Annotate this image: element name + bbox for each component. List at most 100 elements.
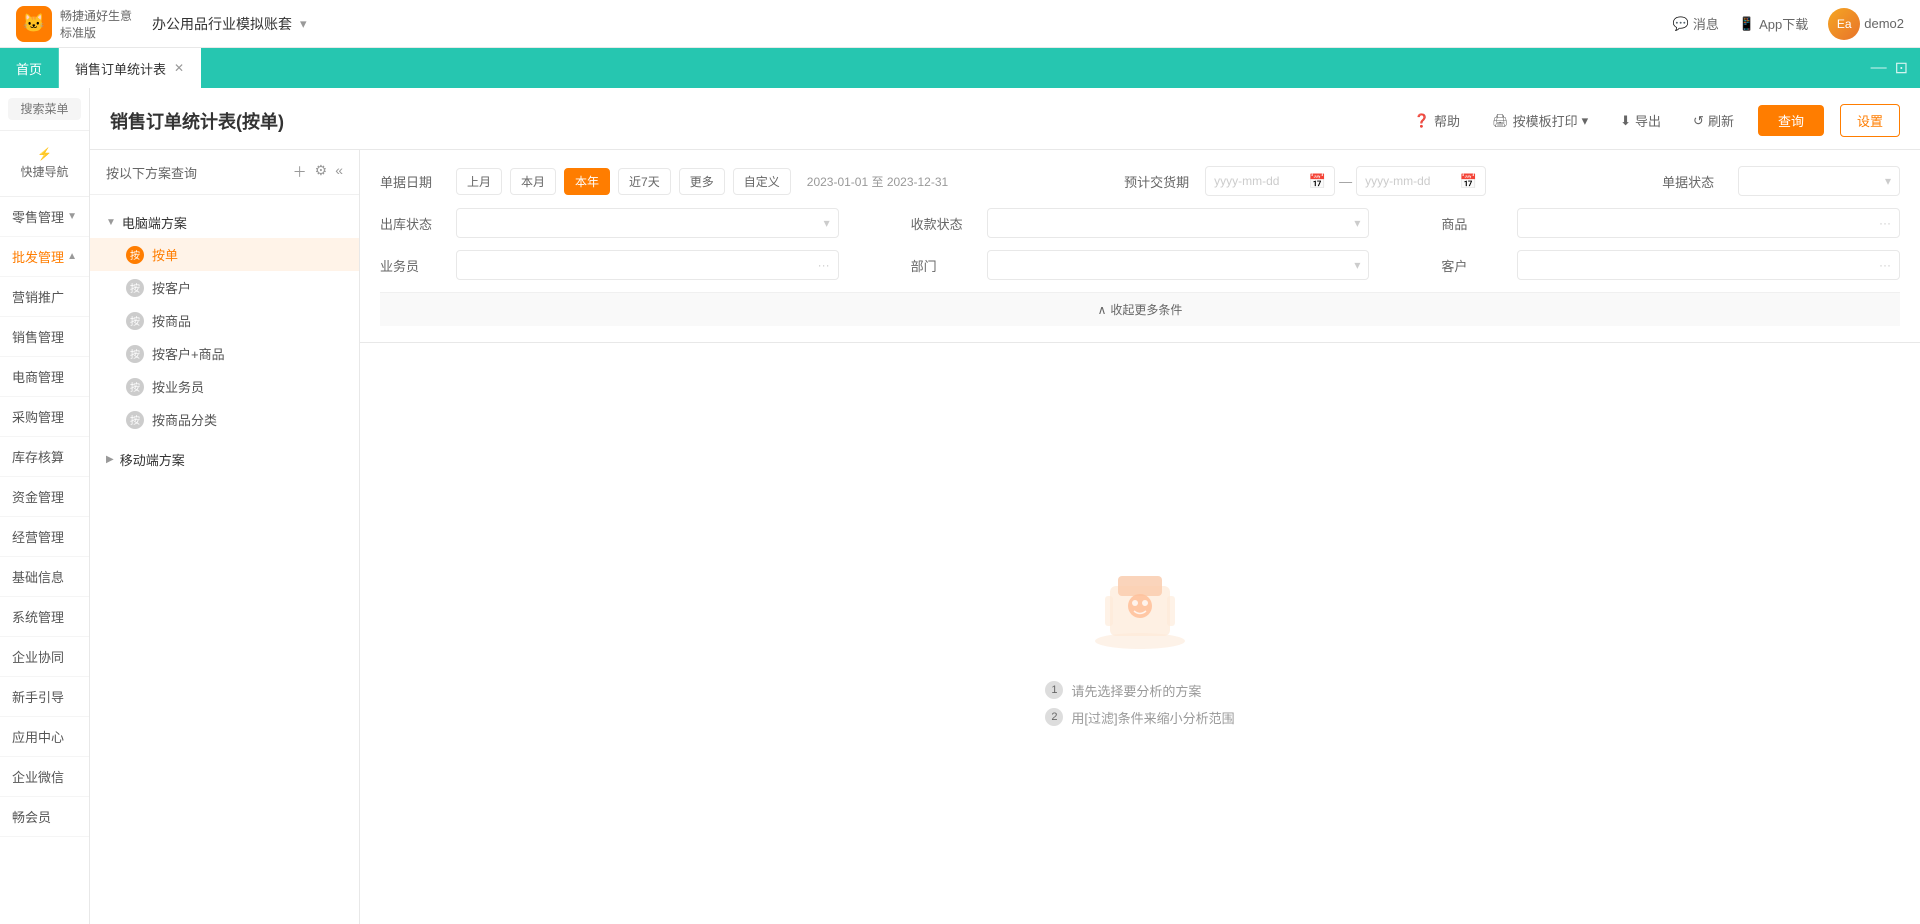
sidebar-item-basic[interactable]: 基础信息 [0, 557, 89, 597]
tree-item-by-order-icon: 按 [126, 246, 144, 264]
left-panel-header: 按以下方案查询 ＋ ⚙ « [90, 150, 359, 195]
page-title: 销售订单统计表(按单) [110, 108, 284, 134]
salesperson-select[interactable]: ··· [456, 250, 839, 280]
empty-state: 1 请先选择要分析的方案 2 用[过滤]条件来缩小分析范围 [360, 343, 1920, 924]
app-download-button[interactable]: 📱 App下载 [1739, 14, 1808, 33]
panel-settings-btn[interactable]: ⚙ [315, 162, 328, 182]
date-btn-last-month[interactable]: 上月 [456, 168, 502, 195]
panel-tools: ＋ ⚙ « [293, 162, 343, 182]
sidebar-item-ecommerce[interactable]: 电商管理 [0, 357, 89, 397]
sidebar-item-retail[interactable]: 零售管理 ▼ [0, 197, 89, 237]
expected-date-end[interactable]: yyyy-mm-dd 📅 [1356, 166, 1486, 196]
sidebar-sales-label: 销售管理 [12, 327, 64, 346]
customer-select[interactable]: ··· [1517, 250, 1900, 280]
date-separator: — [1339, 174, 1352, 189]
department-select[interactable]: ▾ [987, 250, 1370, 280]
sidebar-enterprise-label: 企业协同 [12, 647, 64, 666]
settings-button[interactable]: 设置 [1840, 104, 1900, 137]
tree-item-by-customer-product-icon: 按 [126, 345, 144, 363]
tree-item-by-customer-icon: 按 [126, 279, 144, 297]
tree-item-by-product[interactable]: 按 按商品 [90, 304, 359, 337]
sidebar-system-label: 系统管理 [12, 607, 64, 626]
retail-arrow-icon: ▼ [67, 211, 77, 222]
page-title-row: 销售订单统计表(按单) ❓ 帮助 🖨 按模板打印 ▾ ⬇ 导出 [110, 104, 1900, 137]
collapse-filters-button[interactable]: ∧ 收起更多条件 [380, 292, 1900, 326]
sidebar-item-newbie[interactable]: 新手引导 [0, 677, 89, 717]
tab-maximize-icon[interactable]: ⊡ [1895, 58, 1908, 78]
receipt-status-arrow: ▾ [1354, 216, 1360, 230]
help-button[interactable]: ❓ 帮助 [1406, 107, 1468, 134]
messages-button[interactable]: 💬 消息 [1673, 14, 1719, 33]
query-button[interactable]: 查询 [1758, 105, 1824, 136]
help-label: 帮助 [1434, 111, 1460, 130]
date-btn-this-year[interactable]: 本年 [564, 168, 610, 195]
empty-hints: 1 请先选择要分析的方案 2 用[过滤]条件来缩小分析范围 [1045, 681, 1234, 727]
sidebar-item-apps[interactable]: 应用中心 [0, 717, 89, 757]
sidebar-wechat-label: 企业微信 [12, 767, 64, 786]
sidebar-item-member[interactable]: 畅会员 [0, 797, 89, 837]
date-btn-custom[interactable]: 自定义 [733, 168, 791, 195]
sidebar-item-finance[interactable]: 资金管理 [0, 477, 89, 517]
sidebar-item-enterprise[interactable]: 企业协同 [0, 637, 89, 677]
tree-item-by-salesperson-icon: 按 [126, 378, 144, 396]
sidebar-item-inventory[interactable]: 库存核算 [0, 437, 89, 477]
date-btn-more[interactable]: 更多 [679, 168, 725, 195]
sidebar-business-label: 经营管理 [12, 527, 64, 546]
tree-item-by-customer-product-label: 按客户+商品 [152, 344, 225, 363]
sidebar-member-label: 畅会员 [12, 807, 51, 826]
user-profile[interactable]: Ea demo2 [1828, 8, 1904, 40]
receipt-status-label: 收款状态 [911, 214, 971, 233]
sidebar-purchase-label: 采购管理 [12, 407, 64, 426]
tree-item-by-salesperson[interactable]: 按 按业务员 [90, 370, 359, 403]
logo-icon: 🐱 [16, 6, 52, 42]
tree-item-by-product-category[interactable]: 按 按商品分类 [90, 403, 359, 436]
salesperson-more-icon: ··· [818, 258, 830, 272]
tab-close-icon[interactable]: ✕ [174, 61, 184, 75]
sidebar-item-system[interactable]: 系统管理 [0, 597, 89, 637]
tab-minimize-icon[interactable]: — [1871, 59, 1887, 77]
sidebar-item-sales[interactable]: 销售管理 [0, 317, 89, 357]
filter-row-2: 出库状态 ▾ 收款状态 ▾ 商品 [380, 208, 1900, 238]
sidebar-item-wholesale[interactable]: 批发管理 ▲ [0, 237, 89, 277]
search-input[interactable] [8, 98, 81, 120]
product-select[interactable]: ··· [1517, 208, 1900, 238]
logo-area: 🐱 畅捷通好生意 标准版 [16, 6, 132, 42]
sidebar-item-marketing[interactable]: 营销推广 [0, 277, 89, 317]
receipt-status-select[interactable]: ▾ [987, 208, 1370, 238]
sidebar-marketing-label: 营销推广 [12, 287, 64, 306]
shipment-status-select[interactable]: ▾ [456, 208, 839, 238]
refresh-button[interactable]: ↺ 刷新 [1685, 107, 1742, 134]
salesperson-label: 业务员 [380, 256, 440, 275]
department-label: 部门 [911, 256, 971, 275]
tab-bar: 首页 销售订单统计表 ✕ — ⊡ [0, 48, 1920, 88]
date-btn-last-7-days[interactable]: 近7天 [618, 168, 671, 195]
quick-nav-icon: ⚡ [37, 147, 52, 161]
tree-item-by-customer-product[interactable]: 按 按客户+商品 [90, 337, 359, 370]
panel-collapse-btn[interactable]: « [335, 162, 343, 182]
export-button[interactable]: ⬇ 导出 [1612, 107, 1669, 134]
sidebar-retail-label: 零售管理 [12, 207, 64, 226]
order-status-select[interactable]: ▾ [1738, 166, 1900, 196]
tree-group-mobile-header[interactable]: ▶ 移动端方案 [90, 444, 359, 475]
sidebar-inventory-label: 库存核算 [12, 447, 64, 466]
panel-add-btn[interactable]: ＋ [293, 162, 307, 182]
collapse-label: 收起更多条件 [1110, 301, 1182, 318]
tab-home[interactable]: 首页 [0, 48, 59, 88]
refresh-icon: ↺ [1693, 113, 1704, 129]
tree-item-by-product-icon: 按 [126, 312, 144, 330]
tree-item-by-customer[interactable]: 按 按客户 [90, 271, 359, 304]
header-dropdown-icon[interactable]: ▾ [300, 16, 307, 32]
sidebar-item-purchase[interactable]: 采购管理 [0, 397, 89, 437]
shipment-status-label: 出库状态 [380, 214, 440, 233]
tree-item-by-order[interactable]: 按 按单 [90, 238, 359, 271]
tab-sales-order-stats[interactable]: 销售订单统计表 ✕ [59, 48, 201, 88]
sidebar-item-quick-nav[interactable]: ⚡ 快捷导航 [0, 139, 89, 188]
expected-date-start[interactable]: yyyy-mm-dd 📅 [1205, 166, 1335, 196]
sidebar-item-wechat[interactable]: 企业微信 [0, 757, 89, 797]
print-button[interactable]: 🖨 按模板打印 ▾ [1484, 107, 1596, 134]
date-btn-this-month[interactable]: 本月 [510, 168, 556, 195]
avatar: Ea [1828, 8, 1860, 40]
sidebar-item-business[interactable]: 经营管理 [0, 517, 89, 557]
filter-row-date: 单据日期 上月 本月 本年 近7天 更多 自定义 2023-01-01 至 20… [380, 166, 1900, 196]
tree-group-desktop-header[interactable]: ▼ 电脑端方案 [90, 207, 359, 238]
